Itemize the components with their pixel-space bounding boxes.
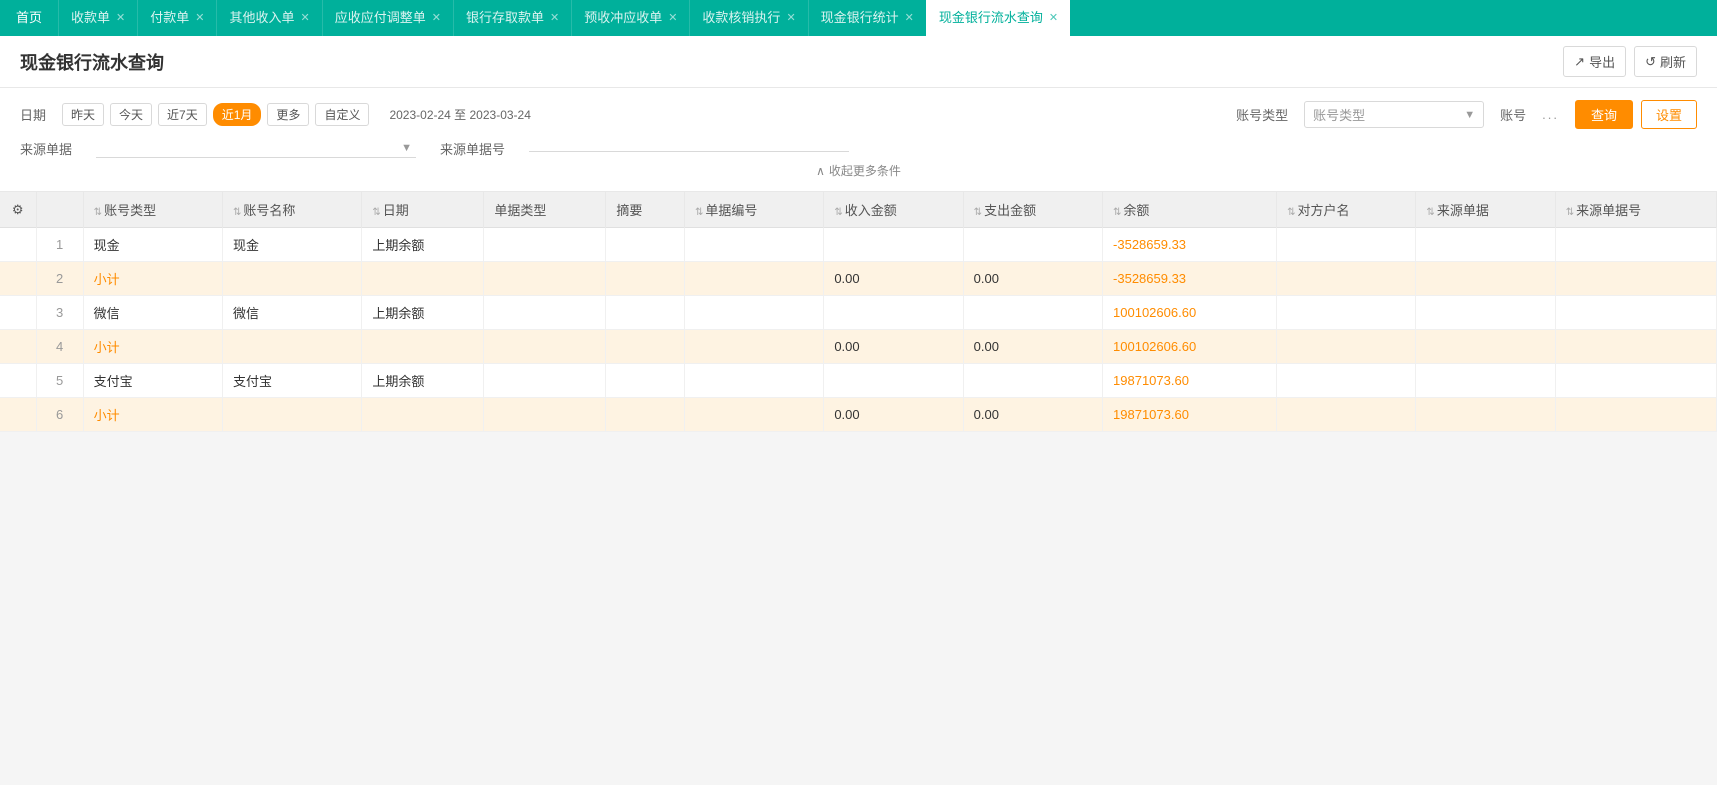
- sort-icon: ⇅: [1113, 207, 1121, 218]
- close-tab-icon[interactable]: ✕: [432, 0, 441, 36]
- date-filter-label: 日期: [20, 105, 46, 124]
- col-source-doc-header[interactable]: ⇅来源单据: [1416, 192, 1555, 228]
- close-tab-icon[interactable]: ✕: [905, 0, 914, 36]
- source-doc-no-label: 来源单据号: [440, 139, 505, 158]
- table-container: ⚙ ⇅账号类型⇅账号名称⇅日期单据类型摘要⇅单据编号⇅收入金额⇅支出金额⇅余额⇅对…: [0, 192, 1717, 432]
- col-income-header[interactable]: ⇅收入金额: [824, 192, 963, 228]
- source-doc-chevron: ▼: [401, 142, 412, 154]
- col-date-header[interactable]: ⇅日期: [362, 192, 484, 228]
- date-btn-近1月[interactable]: 近1月: [213, 103, 262, 126]
- table-row: 5支付宝支付宝上期余额19871073.60: [0, 364, 1717, 398]
- tab-cash-bank-flow[interactable]: 现金银行流水查询✕: [926, 0, 1070, 36]
- table-row: 2小计0.000.00-3528659.33: [0, 262, 1717, 296]
- data-table: ⚙ ⇅账号类型⇅账号名称⇅日期单据类型摘要⇅单据编号⇅收入金额⇅支出金额⇅余额⇅对…: [0, 192, 1717, 432]
- close-tab-icon[interactable]: ✕: [668, 0, 677, 36]
- refresh-icon: ↺: [1645, 54, 1656, 70]
- tab-advance-write[interactable]: 预收冲应收单✕: [571, 0, 689, 36]
- account-type-select[interactable]: 账号类型 ▼: [1304, 101, 1484, 128]
- date-btn-近7天[interactable]: 近7天: [158, 103, 207, 126]
- date-btn-更多[interactable]: 更多: [267, 103, 309, 126]
- col-source-doc-no-header[interactable]: ⇅来源单据号: [1555, 192, 1716, 228]
- tab-bank-deposit[interactable]: 银行存取款单✕: [453, 0, 571, 36]
- col-gear-header: ⚙: [0, 192, 36, 228]
- col-balance-header[interactable]: ⇅余额: [1103, 192, 1277, 228]
- sort-icon: ⇅: [233, 207, 241, 218]
- collapse-row: ∧ 收起更多条件: [20, 158, 1697, 179]
- export-button[interactable]: ↗ 导出: [1563, 46, 1626, 77]
- date-btn-今天[interactable]: 今天: [110, 103, 152, 126]
- gear-icon[interactable]: ⚙: [12, 202, 24, 217]
- sort-icon: ⇅: [94, 207, 102, 218]
- col-account-name-header[interactable]: ⇅账号名称: [223, 192, 362, 228]
- table-row: 4小计0.000.00100102606.60: [0, 330, 1717, 364]
- account-label: 账号: [1500, 105, 1526, 124]
- close-tab-icon[interactable]: ✕: [195, 0, 204, 36]
- query-button[interactable]: 查询: [1575, 100, 1633, 129]
- collapse-icon: ∧: [816, 164, 825, 178]
- filter-area: 日期 昨天今天近7天近1月更多自定义 2023-02-24 至 2023-03-…: [0, 88, 1717, 192]
- sort-icon: ⇅: [695, 207, 703, 218]
- table-row: 6小计0.000.0019871073.60: [0, 398, 1717, 432]
- col-doc-type-header: 单据类型: [484, 192, 606, 228]
- collapse-button[interactable]: ∧ 收起更多条件: [816, 162, 901, 179]
- filter-row-2: 来源单据 ▼ 来源单据号: [20, 139, 1697, 158]
- source-doc-no-input[interactable]: [529, 145, 849, 152]
- export-icon: ↗: [1574, 54, 1585, 70]
- col-summary-header: 摘要: [606, 192, 685, 228]
- col-doc-no-header[interactable]: ⇅单据编号: [684, 192, 823, 228]
- tab-collection-exec[interactable]: 收款核销执行✕: [689, 0, 807, 36]
- top-nav: 首页 收款单✕付款单✕其他收入单✕应收应付调整单✕银行存取款单✕预收冲应收单✕收…: [0, 0, 1717, 36]
- col-index-header: [36, 192, 83, 228]
- account-ellipsis: ...: [1542, 107, 1559, 122]
- sort-icon: ⇅: [1287, 207, 1295, 218]
- filter-row-1: 日期 昨天今天近7天近1月更多自定义 2023-02-24 至 2023-03-…: [20, 100, 1697, 129]
- sort-icon: ⇅: [372, 207, 380, 218]
- close-tab-icon[interactable]: ✕: [116, 0, 125, 36]
- sort-icon: ⇅: [1566, 207, 1574, 218]
- page-header: 现金银行流水查询 ↗ 导出 ↺ 刷新: [0, 36, 1717, 88]
- sort-icon: ⇅: [1426, 207, 1434, 218]
- date-buttons: 昨天今天近7天近1月更多自定义: [62, 103, 369, 126]
- page-title: 现金银行流水查询: [20, 49, 164, 75]
- sort-icon: ⇅: [974, 207, 982, 218]
- source-doc-label: 来源单据: [20, 139, 72, 158]
- filter-action-buttons: 查询 设置: [1575, 100, 1697, 129]
- account-type-label: 账号类型: [1236, 105, 1288, 124]
- tab-receipts[interactable]: 收款单✕: [58, 0, 137, 36]
- tab-ar-adj[interactable]: 应收应付调整单✕: [322, 0, 453, 36]
- date-btn-昨天[interactable]: 昨天: [62, 103, 104, 126]
- tab-payments[interactable]: 付款单✕: [137, 0, 216, 36]
- close-tab-icon[interactable]: ✕: [550, 0, 559, 36]
- tab-other-income[interactable]: 其他收入单✕: [216, 0, 321, 36]
- header-actions: ↗ 导出 ↺ 刷新: [1563, 46, 1697, 77]
- close-tab-icon[interactable]: ✕: [301, 0, 310, 36]
- table-row: 1现金现金上期余额-3528659.33: [0, 228, 1717, 262]
- date-range-display: 2023-02-24 至 2023-03-24: [389, 106, 530, 123]
- source-doc-select[interactable]: ▼: [96, 139, 416, 158]
- close-tab-icon[interactable]: ✕: [1049, 0, 1058, 36]
- close-tab-icon[interactable]: ✕: [786, 0, 795, 36]
- tab-cash-bank-stat[interactable]: 现金银行统计✕: [808, 0, 926, 36]
- account-type-chevron: ▼: [1464, 109, 1475, 121]
- account-type-placeholder: 账号类型: [1313, 105, 1365, 124]
- date-btn-自定义[interactable]: 自定义: [315, 103, 369, 126]
- table-row: 3微信微信上期余额100102606.60: [0, 296, 1717, 330]
- nav-home[interactable]: 首页: [0, 0, 58, 36]
- col-expense-header[interactable]: ⇅支出金额: [963, 192, 1102, 228]
- settings-button[interactable]: 设置: [1641, 100, 1697, 129]
- col-account-type-header[interactable]: ⇅账号类型: [83, 192, 222, 228]
- col-counterpart-header[interactable]: ⇅对方户名: [1277, 192, 1416, 228]
- refresh-button[interactable]: ↺ 刷新: [1634, 46, 1697, 77]
- sort-icon: ⇅: [834, 207, 842, 218]
